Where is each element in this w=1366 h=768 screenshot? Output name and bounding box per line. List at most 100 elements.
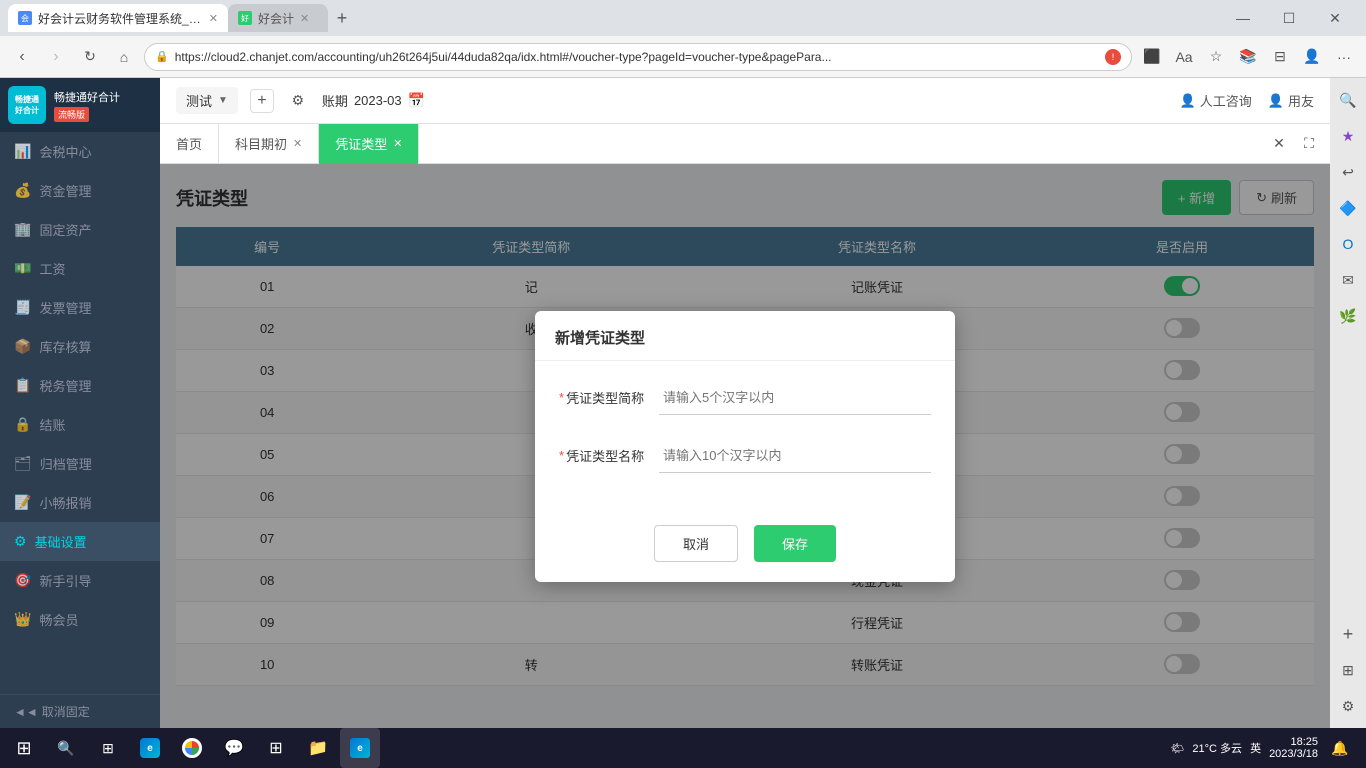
taskbar-edge2[interactable]: e [340,728,380,768]
company-selector[interactable]: 测试 ▼ [176,87,238,114]
sidebar-item-guide[interactable]: 🎯 新手引导 [0,561,160,600]
tab-1[interactable]: 会 好会计云财务软件管理系统_会计 ✕ [8,4,228,32]
tab1-favicon: 会 [18,11,32,25]
add-company-button[interactable]: + [250,89,274,113]
sidebar-item-wages[interactable]: 💵 工资 [0,249,160,288]
win-maximize-button[interactable]: ☐ [1266,0,1312,36]
win-close-button[interactable]: ✕ [1312,0,1358,36]
favorites-button[interactable]: ☆ [1202,43,1230,71]
split-view-button[interactable]: ⊟ [1266,43,1294,71]
home-button[interactable]: ⌂ [110,43,138,71]
full-name-input[interactable] [659,439,931,473]
forward-button[interactable]: › [42,43,70,71]
reload-button[interactable]: ↻ [76,43,104,71]
save-button[interactable]: 保存 [754,525,836,562]
user-icon: 👤 [1268,93,1284,109]
more-button[interactable]: ··· [1330,43,1358,71]
right-search-icon[interactable]: 🔍 [1334,86,1362,114]
company-name: 测试 [186,91,212,110]
url-bar[interactable]: 🔒 https://cloud2.chanjet.com/accounting/… [144,43,1132,71]
sidebar-item-invoice[interactable]: 🧾 发票管理 [0,288,160,327]
tab-2[interactable]: 好 好会计 ✕ [228,4,328,32]
tab1-close-icon[interactable]: ✕ [209,12,218,25]
consult-button[interactable]: 👤 人工咨询 [1180,91,1252,110]
sidebar-item-close-account[interactable]: 🔒 结账 [0,405,160,444]
right-add-icon[interactable]: + [1334,620,1362,648]
collections-button[interactable]: 📚 [1234,43,1262,71]
tab-voucher-type[interactable]: 凭证类型 ✕ [319,124,419,164]
win-minimize-button[interactable]: — [1220,0,1266,36]
short-required-star: * [559,390,564,405]
taskbar-search[interactable]: 🔍 [46,728,86,768]
taskbar-task-view[interactable]: ⊞ [88,728,128,768]
archive-icon: 🗂 [14,455,32,472]
calendar-icon[interactable]: 📅 [408,92,425,109]
main-area: 测试 ▼ + ⚙ 账期 2023-03 📅 👤 人工咨询 👤 [160,78,1330,728]
company-dropdown-icon: ▼ [218,95,228,106]
taskbar: ⊞ 🔍 ⊞ e 💬 ⊞ 📁 e 🌤 21°C 多云 英 18:25 2023/3… [0,728,1366,768]
cancel-button[interactable]: 取消 [654,525,738,562]
tab-voucher-type-label: 凭证类型 [335,134,387,153]
tab-subject-period-close-icon[interactable]: ✕ [293,137,302,150]
sidebar-item-fixed-assets[interactable]: 🏢 固定资产 [0,210,160,249]
clock-time: 18:25 [1269,736,1318,748]
full-name-label: * 凭证类型名称 [559,446,659,465]
tab-collapse-button[interactable]: ✕ [1266,131,1292,157]
address-bar: ‹ › ↻ ⌂ 🔒 https://cloud2.chanjet.com/acc… [0,36,1366,78]
start-button[interactable]: ⊞ [4,728,44,768]
tab-home[interactable]: 首页 [160,124,219,164]
extensions-button[interactable]: ⬛ [1138,43,1166,71]
tab1-title: 好会计云财务软件管理系统_会计 [38,10,203,27]
clock-date: 2023/3/18 [1269,748,1318,760]
sidebar-item-settings[interactable]: ⚙ 基础设置 [0,522,160,561]
wages-icon: 💵 [14,260,31,277]
right-outlook-icon[interactable]: O [1334,230,1362,258]
right-grid-icon[interactable]: ⊞ [1334,656,1362,684]
top-bar: 测试 ▼ + ⚙ 账期 2023-03 📅 👤 人工咨询 👤 [160,78,1330,124]
taskbar-chrome[interactable] [172,728,212,768]
settings-gear-button[interactable]: ⚙ [286,89,310,113]
tab2-close-icon[interactable]: ✕ [300,12,309,25]
user-menu[interactable]: 👤 用友 [1268,91,1314,110]
right-gear-icon[interactable]: ⚙ [1334,692,1362,720]
reading-mode-button[interactable]: Aa [1170,43,1198,71]
taskbar-wechat[interactable]: 💬 [214,728,254,768]
page-tabs-bar: 首页 科目期初 ✕ 凭证类型 ✕ ✕ ⛶ [160,124,1330,164]
right-collection-icon[interactable]: 🔷 [1334,194,1362,222]
short-name-input[interactable] [659,381,931,415]
taskbar-folder[interactable]: 📁 [298,728,338,768]
inventory-icon: 📦 [14,338,31,355]
taskbar-app5[interactable]: ⊞ [256,728,296,768]
dialog-overlay: 新增凭证类型 * 凭证类型简称 * [160,164,1330,728]
sidebar-menu: 📊 会税中心 💰 资金管理 🏢 固定资产 💵 工资 🧾 发票管理 [0,132,160,694]
sidebar-item-report[interactable]: 📝 小畅报销 [0,483,160,522]
collapse-button[interactable]: ◄◄ 取消固定 [14,703,146,720]
sidebar-item-capital[interactable]: 💰 资金管理 [0,171,160,210]
sidebar-item-tax[interactable]: 📋 税务管理 [0,366,160,405]
full-name-row: * 凭证类型名称 [559,439,931,473]
tab-subject-period[interactable]: 科目期初 ✕ [219,124,319,164]
capital-icon: 💰 [14,182,31,199]
notification-button[interactable]: 🔔 [1326,734,1354,762]
sidebar-item-archive[interactable]: 🗂 归档管理 [0,444,160,483]
tab-voucher-type-close-icon[interactable]: ✕ [393,137,402,150]
back-button[interactable]: ‹ [8,43,36,71]
clock: 18:25 2023/3/18 [1269,736,1318,760]
right-star-icon[interactable]: ★ [1334,122,1362,150]
sidebar-item-inventory[interactable]: 📦 库存核算 [0,327,160,366]
right-history-icon[interactable]: ↩ [1334,158,1362,186]
sidebar-item-dashboard[interactable]: 📊 会税中心 [0,132,160,171]
keyboard-layout[interactable]: 英 [1250,740,1261,756]
fixed-assets-icon: 🏢 [14,221,31,238]
right-green-icon[interactable]: 🌿 [1334,302,1362,330]
tab-expand-button[interactable]: ⛶ [1296,131,1322,157]
profile-button[interactable]: 👤 [1298,43,1326,71]
right-feather-icon[interactable]: ✉ [1334,266,1362,294]
tab-subject-period-label: 科目期初 [235,134,287,153]
new-tab-button[interactable]: + [328,4,356,32]
collapse-label: 取消固定 [42,703,90,720]
sidebar-item-member[interactable]: 👑 畅会员 [0,600,160,639]
url-lock-icon: 🔒 [155,50,169,63]
taskbar-edge[interactable]: e [130,728,170,768]
sidebar-logo[interactable]: 畅捷通 好合计 畅捷通好合计 流畅版 [0,78,160,132]
